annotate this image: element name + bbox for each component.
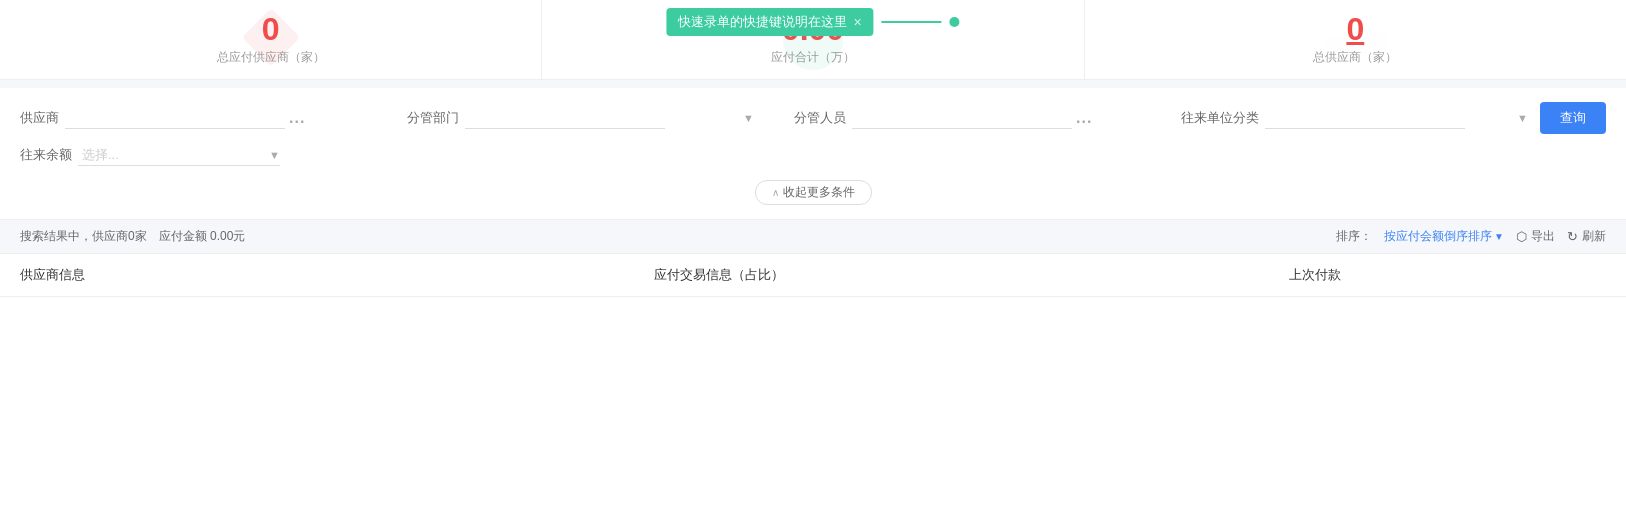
tooltip-close-button[interactable]: × [853,14,861,30]
collapse-button[interactable]: ∧ 收起更多条件 [755,180,872,205]
filter-supplier: 供应商 ... [20,107,367,129]
filter-manager: 分管人员 ... [794,107,1141,129]
collapse-arrow-icon: ∧ [772,187,779,198]
query-button[interactable]: 查询 [1540,102,1606,134]
collapse-row: ∧ 收起更多条件 [20,176,1606,213]
result-bar: 搜索结果中，供应商0家 应付金额 0.00元 排序： 按应付会额倒序排序 ▼ ⬡… [0,220,1626,254]
unit-label: 往来单位分类 [1181,109,1259,127]
filter-unit: 往来单位分类 ▼ [1181,107,1528,129]
sort-label: 排序： [1336,228,1372,245]
balance-label: 往来余额 [20,146,72,164]
result-text2: 应付金额 0.00元 [159,228,246,245]
table-header: 供应商信息 应付交易信息（占比） 上次付款 [0,254,1626,297]
result-text1: 搜索结果中，供应商0家 [20,228,147,245]
table-col-supplier-info: 供应商信息 [20,266,654,284]
table-col-last-payment: 上次付款 [1289,266,1606,284]
refresh-icon: ↻ [1567,229,1578,244]
supplier-label: 供应商 [20,109,59,127]
table-body [0,297,1626,515]
result-info: 搜索结果中，供应商0家 应付金额 0.00元 [20,228,245,245]
unit-chevron-icon: ▼ [1517,112,1528,124]
manager-label: 分管人员 [794,109,846,127]
tooltip-dot [950,17,960,27]
export-button[interactable]: ⬡ 导出 [1516,228,1555,245]
refresh-label: 刷新 [1582,228,1606,245]
refresh-button[interactable]: ↻ 刷新 [1567,228,1606,245]
export-label: 导出 [1531,228,1555,245]
department-chevron-icon: ▼ [743,112,754,124]
table-col-transaction: 应付交易信息（占比） [654,266,1288,284]
balance-input[interactable] [78,144,280,166]
sort-value-button[interactable]: 按应付会额倒序排序 ▼ [1384,228,1504,245]
rect-watermark [1324,27,1386,53]
tooltip-bubble: 快速录单的快捷键说明在这里 × [666,8,873,36]
manager-dots-button[interactable]: ... [1076,109,1092,127]
stats-bar: 0 总应付供应商（家） 米 快速录单的快捷键说明在这里 × 0.00 应付合计（… [0,0,1626,80]
supplier-dots-button[interactable]: ... [289,109,305,127]
stats-item-all-suppliers: 0 总供应商（家） [1085,0,1626,79]
department-label: 分管部门 [407,109,459,127]
stats-item-suppliers: 0 总应付供应商（家） [0,0,542,79]
sort-chevron-icon: ▼ [1494,231,1504,242]
stats-item-total: 米 快速录单的快捷键说明在这里 × 0.00 应付合计（万） [542,0,1084,79]
export-icon: ⬡ [1516,229,1527,244]
filter-row-2: 往来余额 ▼ [20,144,1606,166]
tooltip-container: 快速录单的快捷键说明在这里 × [666,8,959,36]
tooltip-line [882,21,942,23]
unit-input[interactable] [1265,107,1465,129]
tooltip-text: 快速录单的快捷键说明在这里 [678,13,847,31]
manager-input[interactable] [852,107,1072,129]
filter-row-1: 供应商 ... 分管部门 ▼ 分管人员 ... 往来单位分类 ▼ 查询 [20,102,1606,134]
collapse-label: 收起更多条件 [783,184,855,201]
department-input[interactable] [465,107,665,129]
sort-value-text: 按应付会额倒序排序 [1384,228,1492,245]
filter-section: 供应商 ... 分管部门 ▼ 分管人员 ... 往来单位分类 ▼ 查询 [0,88,1626,220]
supplier-input[interactable] [65,107,285,129]
filter-balance: 往来余额 ▼ [20,144,280,166]
filter-department: 分管部门 ▼ [407,107,754,129]
result-actions: 排序： 按应付会额倒序排序 ▼ ⬡ 导出 ↻ 刷新 [1336,228,1606,245]
